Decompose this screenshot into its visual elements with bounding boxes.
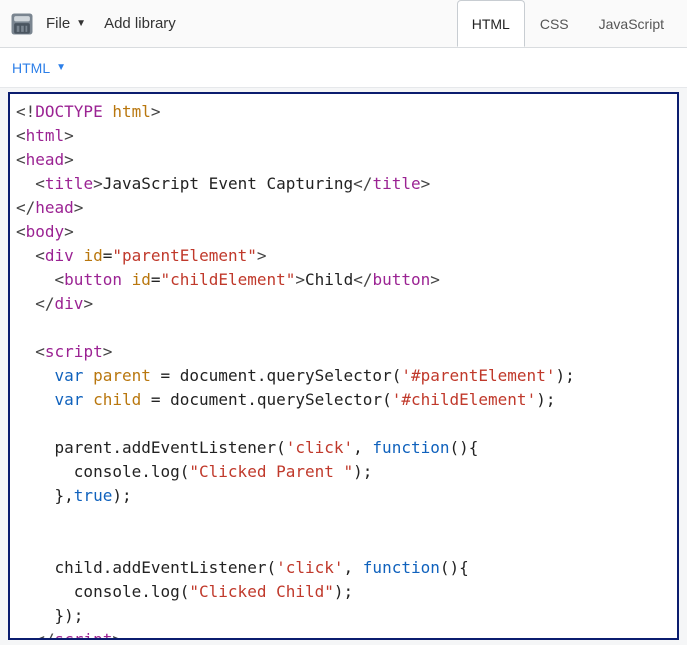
language-label: HTML [12,60,50,76]
parent-id: parentElement [122,246,247,265]
language-selector[interactable]: HTML ▼ [12,60,66,76]
file-menu[interactable]: File ▼ [46,15,86,32]
editor-subbar: HTML ▼ [0,48,687,88]
log-parent: "Clicked Parent " [189,462,353,481]
main-toolbar: File ▼ Add library HTML CSS JavaScript [0,0,687,48]
click-event: 'click' [276,558,343,577]
caret-down-icon: ▼ [76,18,86,29]
tab-css[interactable]: CSS [525,0,584,47]
child-selector: '#childElement' [392,390,537,409]
tab-js-label: JavaScript [599,16,664,32]
caret-down-icon: ▼ [56,62,66,73]
function-kw: function [372,438,449,457]
tab-html-label: HTML [472,16,510,32]
click-event: 'click' [286,438,353,457]
true-kw: true [74,486,113,505]
child-var: child [93,390,141,409]
parent-var: parent [93,366,151,385]
tab-html[interactable]: HTML [457,0,525,47]
add-library-label: Add library [104,15,176,32]
log-child: "Clicked Child" [189,582,334,601]
child-id: childElement [170,270,286,289]
file-menu-label: File [46,15,70,32]
var-kw: var [55,366,84,385]
button-text: Child [305,270,353,289]
function-kw: function [363,558,440,577]
parent-selector: '#parentElement' [401,366,555,385]
tab-css-label: CSS [540,16,569,32]
jsbin-icon [8,10,36,38]
code-editor[interactable]: <!DOCTYPE html> <html> <head> <title>Jav… [8,92,679,640]
tab-javascript[interactable]: JavaScript [584,0,679,47]
add-library-button[interactable]: Add library [104,15,176,32]
var-kw: var [55,390,84,409]
panel-tabs: HTML CSS JavaScript [457,0,679,47]
title-text: JavaScript Event Capturing [103,174,353,193]
